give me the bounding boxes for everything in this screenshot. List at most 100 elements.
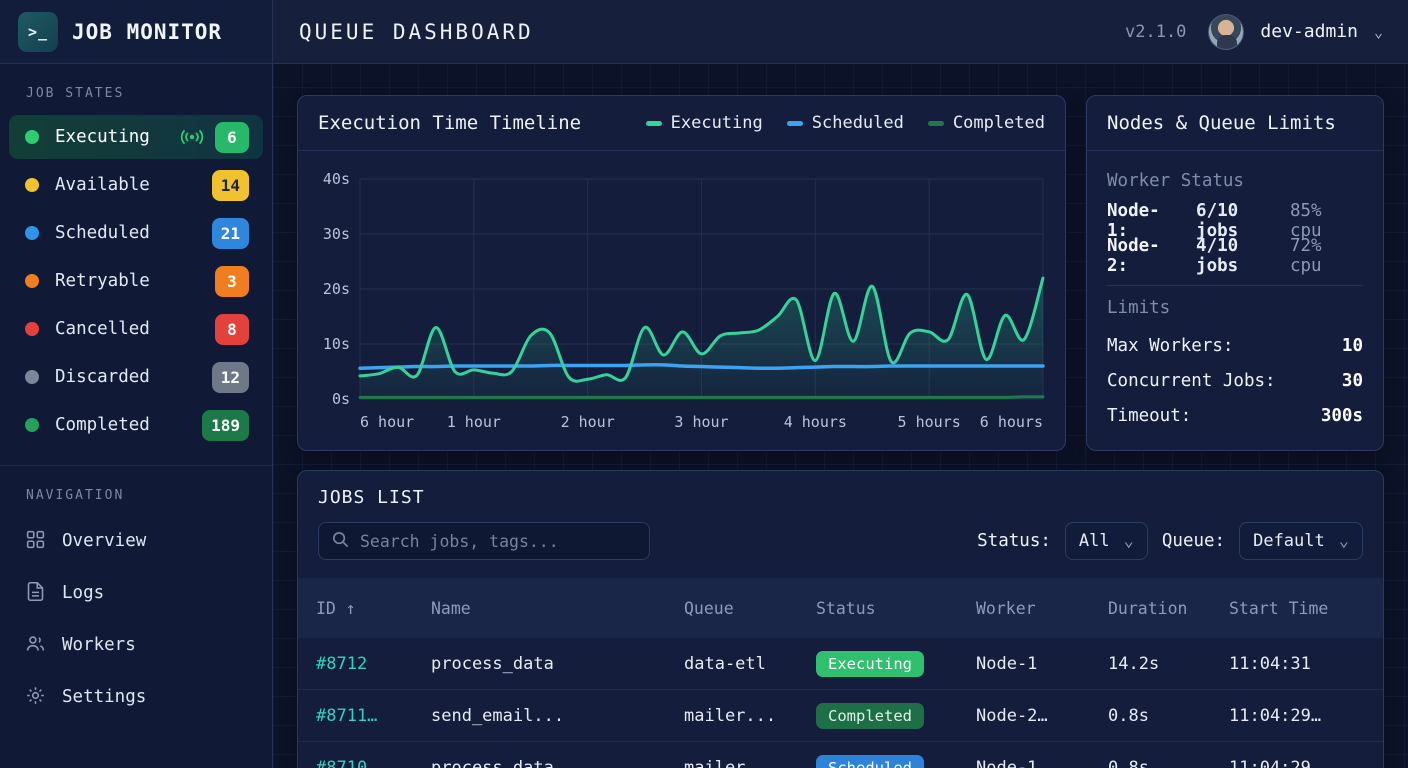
executing-swatch-icon <box>645 120 662 126</box>
brand-header: >_ JOB MONITOR <box>0 0 272 64</box>
job-id-link[interactable]: #8710 <box>316 758 431 768</box>
discarded-dot-icon <box>25 370 39 384</box>
sidebar-item-retryable[interactable]: Retryable 3 <box>9 259 263 303</box>
state-label: Executing <box>55 127 150 147</box>
sidebar-item-logs[interactable]: Logs <box>9 570 263 616</box>
sidebar-item-completed[interactable]: Completed 189 <box>9 403 263 447</box>
content: Execution Time Timeline Executing Schedu… <box>273 64 1408 768</box>
count-badge: 3 <box>215 265 249 297</box>
svg-text:3 hour: 3 hour <box>674 413 728 431</box>
search-box <box>318 522 650 560</box>
chart-title: Execution Time Timeline <box>318 112 582 134</box>
svg-text:1 hour: 1 hour <box>447 413 501 431</box>
state-label: Available <box>55 175 150 195</box>
execution-timeline-card: Execution Time Timeline Executing Schedu… <box>297 95 1066 451</box>
logs-file-icon <box>25 581 46 606</box>
sidebar-divider <box>0 465 272 466</box>
settings-gear-icon <box>25 685 46 710</box>
workers-people-icon <box>25 633 46 658</box>
scheduled-dot-icon <box>25 226 39 240</box>
status-badge: Scheduled <box>816 754 924 768</box>
job-states-header: JOB STATES <box>26 86 125 101</box>
navigation-header: NAVIGATION <box>26 488 125 503</box>
executing-dot-icon <box>25 130 39 144</box>
cancelled-dot-icon <box>25 322 39 336</box>
divider <box>1107 285 1363 286</box>
worker-status-header: Worker Status <box>1107 171 1244 191</box>
legend-item-scheduled[interactable]: Scheduled <box>786 113 904 133</box>
brand-name: JOB MONITOR <box>72 19 223 44</box>
svg-text:6 hour: 6 hour <box>360 413 414 431</box>
state-label: Retryable <box>55 271 150 291</box>
column-header-worker[interactable]: Worker <box>976 599 1108 618</box>
column-header-id[interactable]: ID ↑ <box>316 599 431 618</box>
table-header: ID ↑ Name Queue Status Worker Duration S… <box>298 578 1383 638</box>
live-signal-icon <box>179 128 205 146</box>
limit-row-timeout: Timeout: 300s <box>1107 405 1363 426</box>
search-icon <box>331 530 350 553</box>
table-row[interactable]: #8711… send_email... mailer... Completed… <box>298 690 1383 742</box>
count-badge: 21 <box>211 217 249 249</box>
sidebar-item-discarded[interactable]: Discarded 12 <box>9 355 263 399</box>
avatar[interactable] <box>1208 13 1245 50</box>
search-input[interactable] <box>360 531 637 551</box>
worker-row-node-1: Node-1: 6/10 jobs 85% cpu <box>1107 201 1322 241</box>
column-header-status[interactable]: Status <box>816 599 976 618</box>
sidebar-item-scheduled[interactable]: Scheduled 21 <box>9 211 263 255</box>
sidebar-item-overview[interactable]: Overview <box>9 518 263 564</box>
nodes-card-title: Nodes & Queue Limits <box>1107 112 1336 134</box>
chart-legend: Executing Scheduled Completed <box>645 113 1045 133</box>
app-root: >_ JOB MONITOR JOB STATES Executing 6 Av… <box>0 0 1408 768</box>
svg-text:6 hours: 6 hours <box>980 413 1043 431</box>
column-header-queue[interactable]: Queue <box>684 599 816 618</box>
table-row[interactable]: #8712 process_data data-etl Executing No… <box>298 638 1383 690</box>
state-label: Completed <box>55 415 150 435</box>
version-label: v2.1.0 <box>1125 21 1187 42</box>
limit-row-max-workers: Max Workers: 10 <box>1107 335 1363 356</box>
svg-text:30s: 30s <box>323 225 350 243</box>
sidebar-item-workers[interactable]: Workers <box>9 622 263 668</box>
svg-text:20s: 20s <box>323 280 350 298</box>
sidebar-item-cancelled[interactable]: Cancelled 8 <box>9 307 263 351</box>
jobs-list-title: JOBS LIST <box>318 487 425 508</box>
count-badge: 14 <box>211 169 249 201</box>
job-id-link[interactable]: #8711… <box>316 706 431 726</box>
completed-swatch-icon <box>927 120 944 126</box>
nav-label: Overview <box>62 531 147 551</box>
limit-row-concurrent-jobs: Concurrent Jobs: 30 <box>1107 370 1363 391</box>
sidebar-item-available[interactable]: Available 14 <box>9 163 263 207</box>
svg-text:5 hours: 5 hours <box>898 413 961 431</box>
legend-item-completed[interactable]: Completed <box>927 113 1045 133</box>
status-badge: Completed <box>816 702 924 729</box>
terminal-icon: >_ <box>18 11 58 52</box>
svg-text:0s: 0s <box>332 390 350 408</box>
available-dot-icon <box>25 178 39 192</box>
chevron-down-icon[interactable]: ⌄ <box>1374 23 1383 41</box>
svg-text:40s: 40s <box>323 170 350 188</box>
table-row[interactable]: #8710 process_data mailer Scheduled Node… <box>298 742 1383 768</box>
column-header-duration[interactable]: Duration <box>1108 599 1229 618</box>
sidebar: >_ JOB MONITOR JOB STATES Executing 6 Av… <box>0 0 273 768</box>
count-badge: 12 <box>211 361 249 393</box>
chevron-down-icon: ⌄ <box>1123 531 1134 551</box>
column-header-name[interactable]: Name <box>431 599 684 618</box>
queue-filter-label: Queue: <box>1161 531 1226 551</box>
page-title: QUEUE DASHBOARD <box>299 19 534 44</box>
jobs-list-card: JOBS LIST Status: All ⌄ Queue: <box>297 470 1384 768</box>
overview-grid-icon <box>25 529 46 554</box>
job-id-link[interactable]: #8712 <box>316 654 431 674</box>
username: dev-admin <box>1260 21 1358 42</box>
count-badge: 189 <box>202 409 249 441</box>
queue-filter-select[interactable]: Default ⌄ <box>1239 522 1363 560</box>
limits-header: Limits <box>1107 298 1171 318</box>
status-badge: Executing <box>816 650 924 677</box>
legend-item-executing[interactable]: Executing <box>645 113 763 133</box>
chevron-down-icon: ⌄ <box>1338 531 1349 551</box>
column-header-start-time[interactable]: Start Time <box>1229 599 1383 618</box>
sidebar-item-executing[interactable]: Executing 6 <box>9 115 263 159</box>
sidebar-item-settings[interactable]: Settings <box>9 674 263 720</box>
svg-text:10s: 10s <box>323 335 350 353</box>
completed-dot-icon <box>25 418 39 432</box>
topbar: QUEUE DASHBOARD v2.1.0 dev-admin ⌄ <box>273 0 1408 64</box>
status-filter-select[interactable]: All ⌄ <box>1064 522 1148 560</box>
